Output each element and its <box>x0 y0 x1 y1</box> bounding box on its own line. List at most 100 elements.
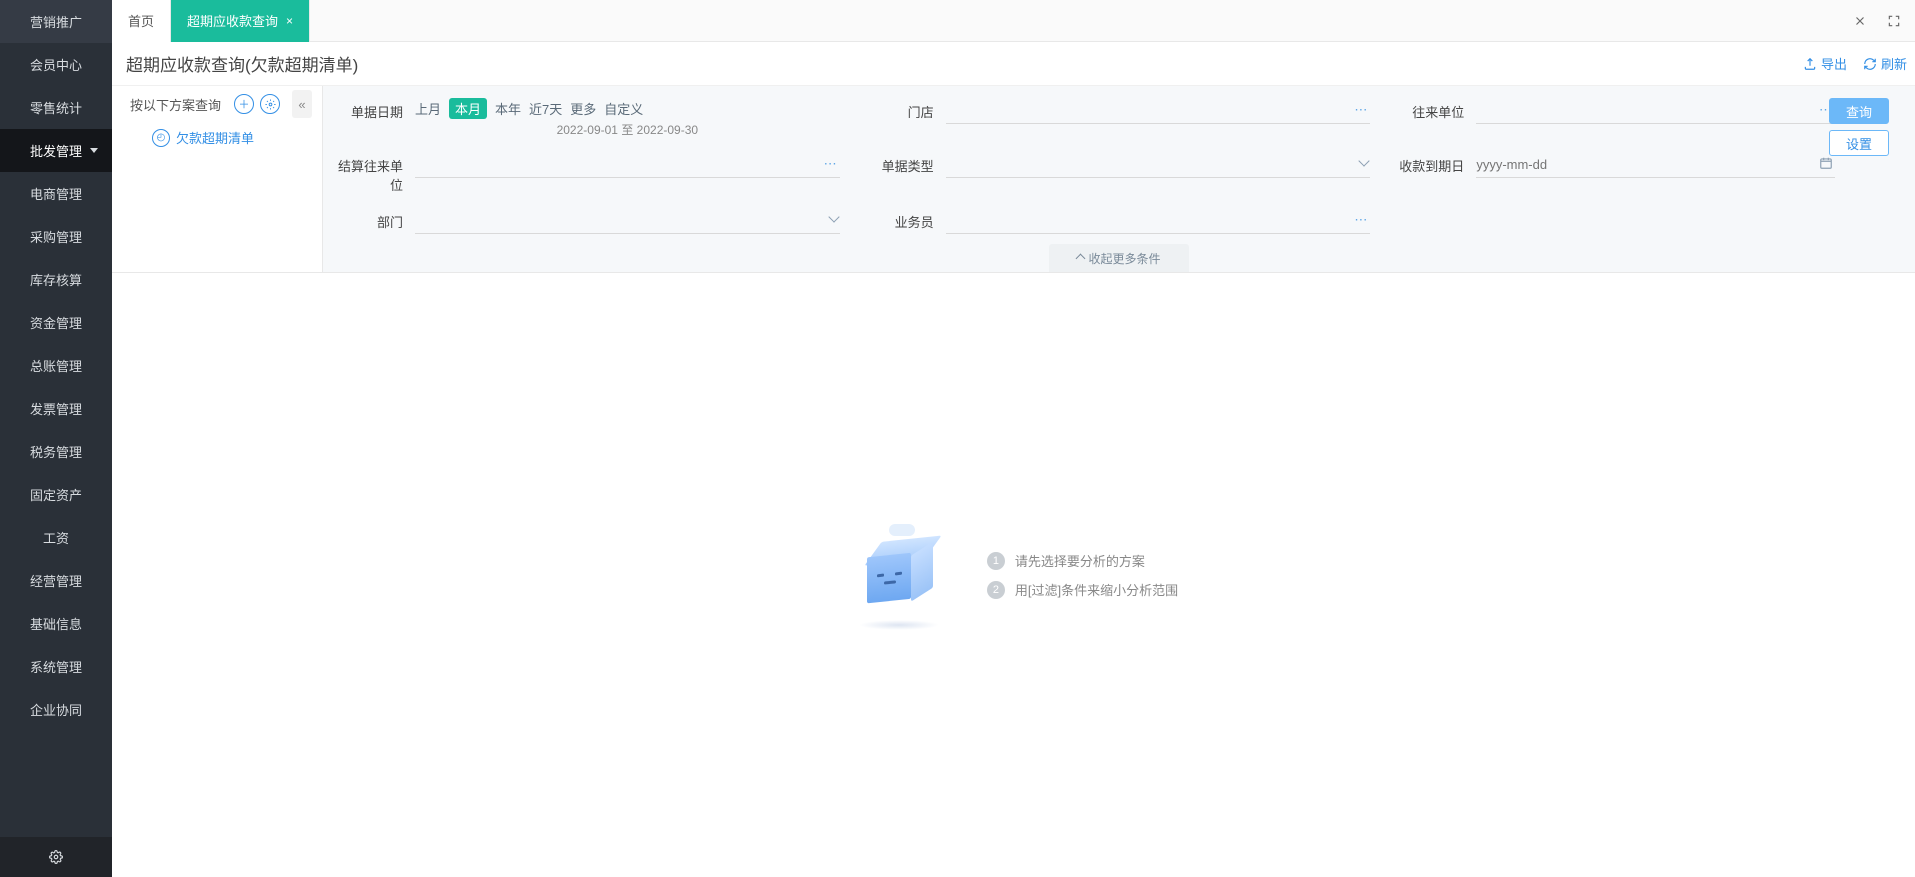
filter-label-department: 部门 <box>337 208 415 231</box>
date-to: 2022-09-30 <box>637 123 698 137</box>
sidebar-item-wholesale[interactable]: 批发管理 <box>0 129 112 172</box>
close-icon[interactable]: × <box>286 14 293 28</box>
sidebar-item-business[interactable]: 经营管理 <box>0 559 112 602</box>
sidebar-item-label: 税务管理 <box>30 442 82 461</box>
step-number-icon: 1 <box>987 552 1005 570</box>
tabs-bar: 首页 超期应收款查询 × <box>112 0 1915 42</box>
step-text: 请先选择要分析的方案 <box>1015 551 1145 570</box>
sidebar-item-label: 营销推广 <box>30 12 82 31</box>
date-range-quick-tabs: 上月 本月 本年 近7天 更多 自定义 <box>415 98 840 119</box>
sidebar-item-label: 总账管理 <box>30 356 82 375</box>
gear-icon <box>49 850 63 864</box>
lookup-icon[interactable] <box>824 156 838 172</box>
query-button-label: 查询 <box>1846 102 1872 121</box>
department-select[interactable] <box>415 208 840 234</box>
sidebar-item-invoice[interactable]: 发票管理 <box>0 387 112 430</box>
sidebar-item-marketing[interactable]: 营销推广 <box>0 0 112 43</box>
settle-partner-input[interactable] <box>415 152 840 178</box>
sidebar-item-retail-stats[interactable]: 零售统计 <box>0 86 112 129</box>
sidebar-item-label: 系统管理 <box>30 657 82 676</box>
tab-home[interactable]: 首页 <box>112 0 171 42</box>
lookup-icon[interactable] <box>1354 212 1368 228</box>
gear-icon <box>265 99 276 110</box>
query-button[interactable]: 查询 <box>1829 98 1889 124</box>
doc-type-select[interactable] <box>946 152 1371 178</box>
plan-settings-button[interactable] <box>260 94 280 114</box>
sidebar-item-member[interactable]: 会员中心 <box>0 43 112 86</box>
export-button[interactable]: 导出 <box>1803 54 1847 73</box>
close-all-tabs-button[interactable] <box>1847 8 1873 34</box>
date-tab-custom[interactable]: 自定义 <box>604 99 643 118</box>
sidebar-item-label: 基础信息 <box>30 614 82 633</box>
sidebar-item-funds[interactable]: 资金管理 <box>0 301 112 344</box>
refresh-icon <box>1863 57 1877 71</box>
empty-illustration <box>849 520 959 630</box>
date-tab-this-month[interactable]: 本月 <box>449 98 487 119</box>
page-title: 超期应收款查询(欠款超期清单) <box>126 51 358 76</box>
date-tab-more[interactable]: 更多 <box>570 99 596 118</box>
sidebar-item-inventory[interactable]: 库存核算 <box>0 258 112 301</box>
query-plan-sidebar: 按以下方案查询 ＋ ◴ 欠款超期清单 <box>112 86 323 272</box>
lookup-icon[interactable] <box>1354 102 1368 118</box>
settings-button[interactable]: 设置 <box>1829 130 1889 156</box>
date-tab-last7[interactable]: 近7天 <box>529 99 562 118</box>
sidebar-item-label: 企业协同 <box>30 700 82 719</box>
sidebar-item-label: 零售统计 <box>30 98 82 117</box>
filter-label-doc-type: 单据类型 <box>868 152 946 175</box>
empty-state: 1 请先选择要分析的方案 2 用[过滤]条件来缩小分析范围 <box>112 273 1915 877</box>
salesman-input[interactable] <box>946 208 1371 234</box>
filter-label-store: 门店 <box>868 98 946 121</box>
filter-label-settle-partner: 结算往来单位 <box>337 152 415 194</box>
empty-step-2: 2 用[过滤]条件来缩小分析范围 <box>987 580 1178 599</box>
query-plan-title: 按以下方案查询 <box>130 95 221 114</box>
chevron-down-icon <box>90 148 98 153</box>
refresh-button[interactable]: 刷新 <box>1863 54 1907 73</box>
add-plan-button[interactable]: ＋ <box>234 94 254 114</box>
empty-step-1: 1 请先选择要分析的方案 <box>987 551 1178 570</box>
filter-label-partner: 往来单位 <box>1398 98 1476 121</box>
sidebar-item-label: 采购管理 <box>30 227 82 246</box>
tab-label: 首页 <box>128 11 154 30</box>
sidebar-item-enterprise[interactable]: 企业协同 <box>0 688 112 731</box>
chevron-left-double-icon <box>298 97 305 112</box>
expand-icon <box>1887 14 1901 28</box>
plan-item-overdue-list[interactable]: ◴ 欠款超期清单 <box>112 122 322 153</box>
date-tab-last-month[interactable]: 上月 <box>415 99 441 118</box>
left-nav-sidebar: 营销推广 会员中心 零售统计 批发管理 电商管理 采购管理 库存核算 资金管理 … <box>0 0 112 877</box>
sidebar-item-label: 库存核算 <box>30 270 82 289</box>
date-tab-this-year[interactable]: 本年 <box>495 99 521 118</box>
settings-button-label: 设置 <box>1846 134 1872 153</box>
sidebar-item-ecommerce[interactable]: 电商管理 <box>0 172 112 215</box>
page-header: 超期应收款查询(欠款超期清单) 导出 刷新 <box>112 42 1915 86</box>
sidebar-item-purchase[interactable]: 采购管理 <box>0 215 112 258</box>
collapse-plan-sidebar-button[interactable] <box>292 90 312 118</box>
fullscreen-button[interactable] <box>1881 8 1907 34</box>
tab-overdue-receivable-query[interactable]: 超期应收款查询 × <box>171 0 310 42</box>
sidebar-item-system[interactable]: 系统管理 <box>0 645 112 688</box>
sidebar-item-label: 经营管理 <box>30 571 82 590</box>
plan-item-label: 欠款超期清单 <box>176 128 254 147</box>
sidebar-item-tax[interactable]: 税务管理 <box>0 430 112 473</box>
refresh-label: 刷新 <box>1881 54 1907 73</box>
close-icon <box>1853 14 1867 28</box>
store-input[interactable] <box>946 98 1371 124</box>
filter-panel: 按以下方案查询 ＋ ◴ 欠款超期清单 <box>112 86 1915 273</box>
sidebar-item-basic-info[interactable]: 基础信息 <box>0 602 112 645</box>
chevron-down-icon[interactable] <box>1360 156 1368 171</box>
due-date-input[interactable] <box>1476 152 1835 178</box>
toggle-more-filters-button[interactable]: 收起更多条件 <box>1049 244 1189 272</box>
sidebar-item-gl[interactable]: 总账管理 <box>0 344 112 387</box>
plan-icon: ◴ <box>152 129 170 147</box>
partner-input[interactable] <box>1476 98 1835 124</box>
filter-label-salesman: 业务员 <box>868 208 946 231</box>
chevron-down-icon[interactable] <box>830 212 838 227</box>
chevron-up-icon <box>1077 251 1084 265</box>
date-sep: 至 <box>621 123 633 137</box>
sidebar-item-label: 会员中心 <box>30 55 82 74</box>
sidebar-settings-button[interactable] <box>0 837 112 877</box>
sidebar-item-label: 发票管理 <box>30 399 82 418</box>
sidebar-item-salary[interactable]: 工资 <box>0 516 112 559</box>
sidebar-item-fixed-assets[interactable]: 固定资产 <box>0 473 112 516</box>
date-from: 2022-09-01 <box>557 123 618 137</box>
date-range-display: 2022-09-01 至 2022-09-30 <box>415 121 840 138</box>
